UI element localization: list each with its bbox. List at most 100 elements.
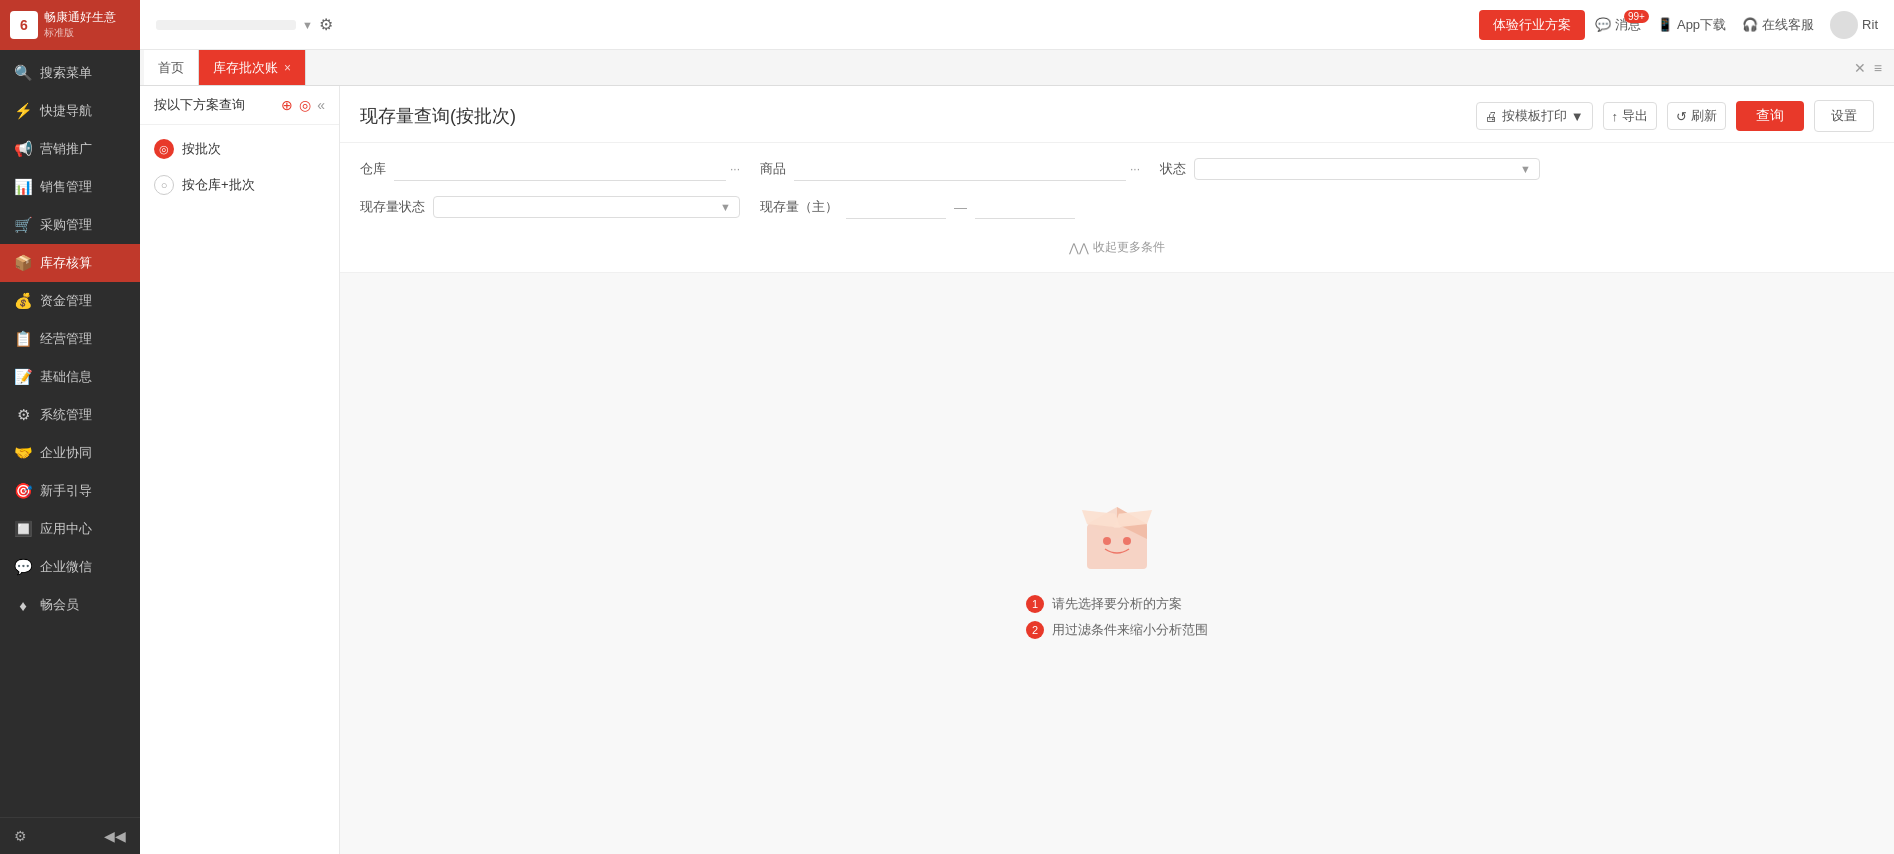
sidebar-label-finance: 资金管理 (40, 292, 92, 310)
sidebar-item-sales[interactable]: 📊 销售管理 (0, 168, 140, 206)
table-area: 1 请先选择要分析的方案 2 用过滤条件来缩小分析范围 (340, 273, 1894, 854)
tab-close-icon[interactable]: × (284, 61, 291, 75)
tab-bar: 首页 库存批次账 × ✕ ≡ (140, 50, 1894, 86)
stock-amount-dash: — (946, 200, 975, 215)
sidebar-item-appstore[interactable]: 🔲 应用中心 (0, 510, 140, 548)
scheme-item-batch[interactable]: ◎ 按批次 (140, 131, 339, 167)
sidebar-label-system: 系统管理 (40, 406, 92, 424)
right-panel: 现存量查询(按批次) 🖨 按模板打印 ▼ ↑ 导出 ↺ 刷新 (340, 86, 1894, 854)
empty-tip-1: 1 请先选择要分析的方案 (1026, 595, 1208, 613)
footer-collapse-icon[interactable]: ◀◀ (104, 828, 126, 844)
sidebar-label-sales: 销售管理 (40, 178, 92, 196)
batch-scheme-icon: ◎ (154, 139, 174, 159)
sidebar-item-search[interactable]: 🔍 搜索菜单 (0, 54, 140, 92)
add-scheme-icon[interactable]: ⊕ (281, 97, 293, 113)
empty-tips: 1 请先选择要分析的方案 2 用过滤条件来缩小分析范围 (1026, 595, 1208, 639)
product-filter: 商品 ··· (760, 157, 1140, 181)
warehouse-input[interactable] (394, 157, 726, 181)
warehouse-label: 仓库 (360, 160, 386, 178)
sidebar-item-newbie[interactable]: 🎯 新手引导 (0, 472, 140, 510)
warehouse-batch-scheme-label: 按仓库+批次 (182, 176, 255, 194)
marketing-icon: 📢 (14, 140, 32, 158)
app-version: 标准版 (44, 26, 116, 40)
stock-status-label: 现存量状态 (360, 198, 425, 216)
app-name: 畅康通好生意 (44, 10, 116, 26)
sidebar-item-enterprise[interactable]: 🤝 企业协同 (0, 434, 140, 472)
sidebar-item-marketing[interactable]: 📢 营销推广 (0, 130, 140, 168)
refresh-btn[interactable]: ↺ 刷新 (1667, 102, 1726, 130)
warehouse-more-icon[interactable]: ··· (730, 162, 740, 176)
export-btn[interactable]: ↑ 导出 (1603, 102, 1658, 130)
breadcrumb-area: ▼ ⚙ (156, 15, 1469, 34)
status-filter: 状态 ▼ (1160, 158, 1540, 180)
sidebar-item-member[interactable]: ♦ 畅会员 (0, 586, 140, 624)
product-more-icon[interactable]: ··· (1130, 162, 1140, 176)
collapse-up-icon: ⋀⋀ (1069, 241, 1089, 255)
sidebar-item-inventory[interactable]: 📦 库存核算 (0, 244, 140, 282)
user-area[interactable]: Rit (1830, 11, 1878, 39)
query-btn[interactable]: 查询 (1736, 101, 1804, 131)
collapse-left-icon[interactable]: « (317, 97, 325, 113)
sidebar-item-shortcut[interactable]: ⚡ 快捷导航 (0, 92, 140, 130)
product-input[interactable] (794, 157, 1126, 181)
stock-amount-label: 现存量（主） (760, 198, 838, 216)
sidebar-label-search: 搜索菜单 (40, 64, 92, 82)
status-select[interactable]: ▼ (1194, 158, 1540, 180)
username: Rit (1862, 17, 1878, 32)
warehouse-batch-scheme-icon: ○ (154, 175, 174, 195)
stock-amount-from[interactable] (846, 195, 946, 219)
scheme-item-warehouse-batch[interactable]: ○ 按仓库+批次 (140, 167, 339, 203)
experience-btn[interactable]: 体验行业方案 (1479, 10, 1585, 40)
warehouse-filter: 仓库 ··· (360, 157, 740, 181)
tip-num-2: 2 (1026, 621, 1044, 639)
wechat-icon: 💬 (14, 558, 32, 576)
left-panel-header: 按以下方案查询 ⊕ ◎ « (140, 86, 339, 125)
sidebar-label-inventory: 库存核算 (40, 254, 92, 272)
finance-icon: 💰 (14, 292, 32, 310)
tab-inventory-batch-label: 库存批次账 (213, 59, 278, 77)
print-btn[interactable]: 🖨 按模板打印 ▼ (1476, 102, 1593, 130)
tip-num-1: 1 (1026, 595, 1044, 613)
tab-home[interactable]: 首页 (144, 50, 199, 85)
left-panel-actions: ⊕ ◎ « (281, 97, 325, 113)
sidebar-item-purchase[interactable]: 🛒 采购管理 (0, 206, 140, 244)
page-header-actions: 🖨 按模板打印 ▼ ↑ 导出 ↺ 刷新 查询 设置 (1476, 100, 1874, 132)
main-area: ▼ ⚙ 体验行业方案 💬 消息 99+ 📱 App下载 🎧 在线客服 Rit (140, 0, 1894, 854)
status-label: 状态 (1160, 160, 1186, 178)
system-icon: ⚙ (14, 406, 32, 424)
collapse-btn[interactable]: ⋀⋀ 收起更多条件 (1069, 239, 1165, 256)
sales-icon: 📊 (14, 178, 32, 196)
sidebar-label-basic: 基础信息 (40, 368, 92, 386)
scheme-settings-icon[interactable]: ◎ (299, 97, 311, 113)
sidebar-item-basic[interactable]: 📝 基础信息 (0, 358, 140, 396)
stock-amount-to[interactable] (975, 195, 1075, 219)
app-download-btn[interactable]: 📱 App下载 (1657, 16, 1726, 34)
sidebar-label-member: 畅会员 (40, 596, 79, 614)
sidebar-item-operation[interactable]: 📋 经营管理 (0, 320, 140, 358)
tab-more-icon[interactable]: ≡ (1874, 60, 1882, 76)
refresh-icon: ↺ (1676, 109, 1687, 124)
messages-btn[interactable]: 💬 消息 99+ (1595, 16, 1641, 34)
sidebar-label-appstore: 应用中心 (40, 520, 92, 538)
refresh-label: 刷新 (1691, 107, 1717, 125)
online-service-btn[interactable]: 🎧 在线客服 (1742, 16, 1814, 34)
sidebar-item-wechat[interactable]: 💬 企业微信 (0, 548, 140, 586)
message-icon: 💬 (1595, 17, 1611, 32)
settings-btn[interactable]: 设置 (1814, 100, 1874, 132)
sidebar-label-enterprise: 企业协同 (40, 444, 92, 462)
app-logo: 6 (10, 11, 38, 39)
sidebar-item-finance[interactable]: 💰 资金管理 (0, 282, 140, 320)
empty-tip-2: 2 用过滤条件来缩小分析范围 (1026, 621, 1208, 639)
sidebar-header: 6 畅康通好生意 标准版 (0, 0, 140, 50)
tab-inventory-batch[interactable]: 库存批次账 × (199, 50, 306, 85)
footer-settings-icon[interactable]: ⚙ (14, 828, 27, 844)
scheme-list: ◎ 按批次 ○ 按仓库+批次 (140, 125, 339, 209)
left-panel-title: 按以下方案查询 (154, 96, 245, 114)
tab-close-action-icon[interactable]: ✕ (1854, 60, 1866, 76)
page-title: 现存量查询(按批次) (360, 104, 516, 128)
stock-status-select[interactable]: ▼ (433, 196, 740, 218)
dropdown-icon[interactable]: ▼ (302, 19, 313, 31)
sidebar-item-system[interactable]: ⚙ 系统管理 (0, 396, 140, 434)
topbar-settings-icon[interactable]: ⚙ (319, 15, 333, 34)
headset-icon: 🎧 (1742, 17, 1758, 32)
